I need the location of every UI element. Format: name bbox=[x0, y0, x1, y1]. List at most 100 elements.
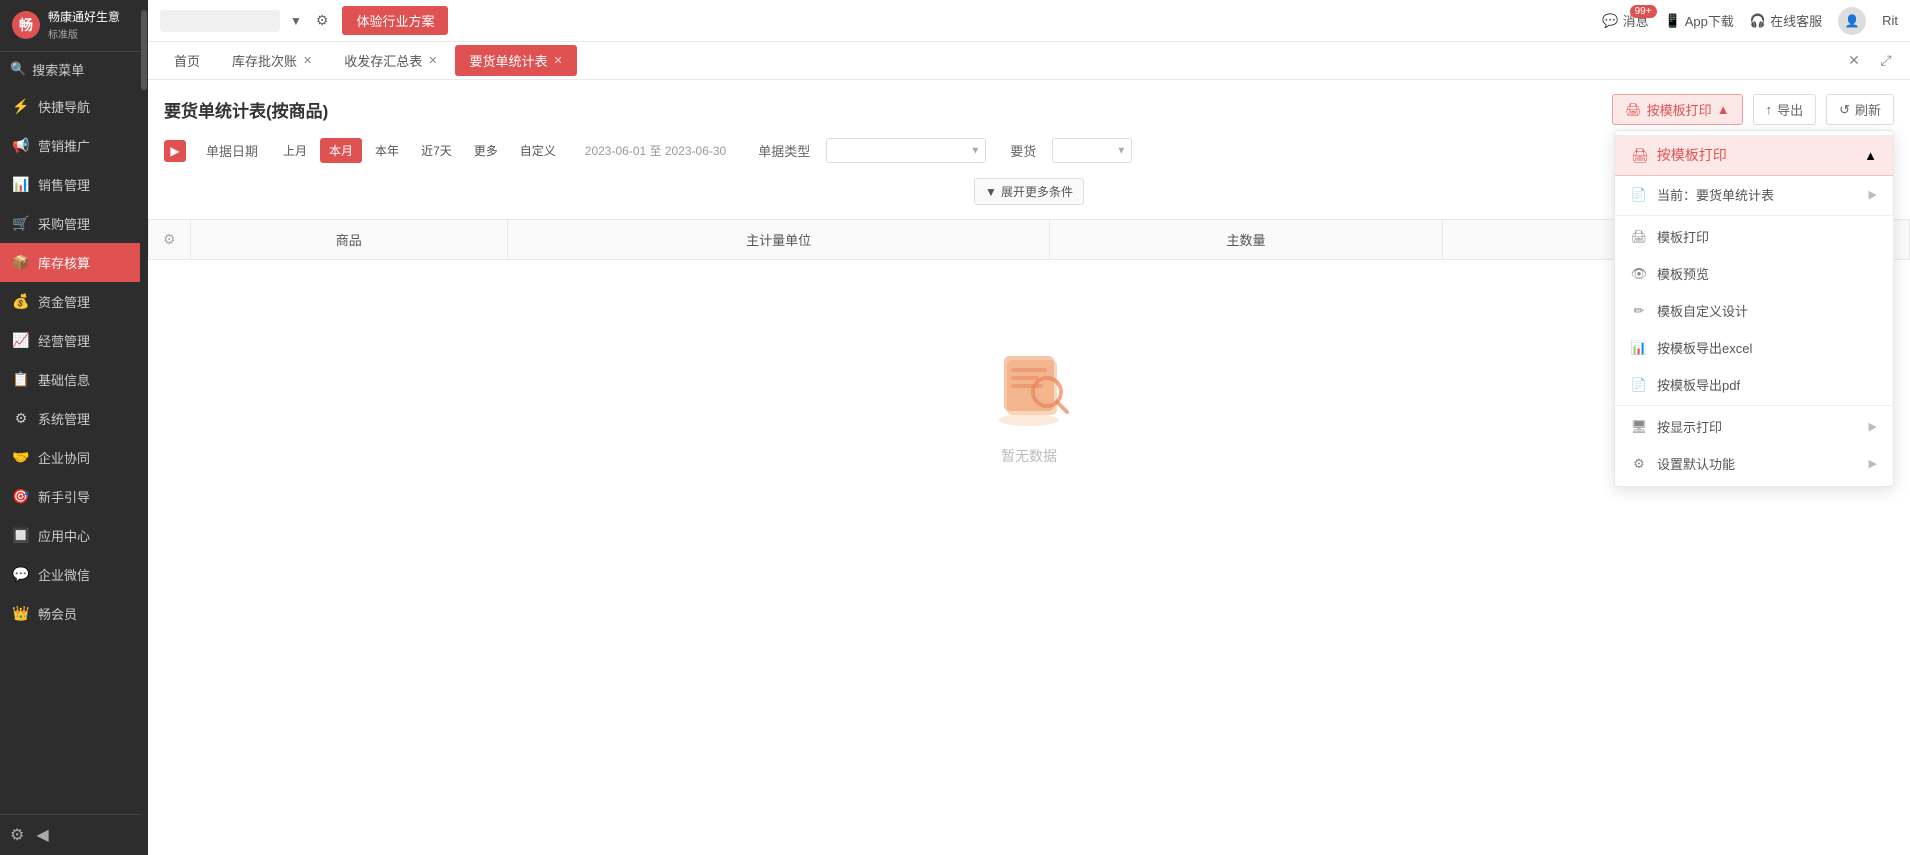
sidebar-item-app-center[interactable]: 🔲 应用中心 bbox=[0, 516, 140, 555]
template-print-icon: 🖨 bbox=[1631, 229, 1647, 245]
table-settings-icon[interactable]: ⚙ bbox=[163, 231, 176, 247]
dropdown-template-excel[interactable]: 📊 按模板导出excel bbox=[1615, 329, 1893, 366]
refresh-icon: ↺ bbox=[1839, 102, 1850, 118]
expand-more-btn[interactable]: ▼ 展开更多条件 bbox=[974, 178, 1084, 205]
set-default-label: 设置默认功能 bbox=[1657, 454, 1859, 473]
print-chevron-up: ▲ bbox=[1717, 102, 1730, 117]
quick-nav-icon: ⚡ bbox=[12, 97, 30, 115]
topbar-industry-btn[interactable]: 体验行业方案 bbox=[342, 6, 448, 35]
th-product: 商品 bbox=[190, 220, 507, 260]
topbar-service[interactable]: 🎧 在线客服 bbox=[1750, 11, 1822, 30]
date-btn-last-month[interactable]: 上月 bbox=[274, 138, 316, 163]
dropdown-template-preview[interactable]: 👁 模板预览 bbox=[1615, 255, 1893, 292]
sidebar-item-inventory[interactable]: 📦 库存核算 bbox=[0, 243, 140, 282]
tab-order-stats[interactable]: 要货单统计表 ✕ bbox=[455, 45, 576, 76]
topbar-app-download[interactable]: 📱 App下载 bbox=[1665, 11, 1734, 30]
topbar-dropdown[interactable]: ▼ bbox=[290, 14, 302, 28]
sidebar-item-quick-nav[interactable]: ⚡ 快捷导航 bbox=[0, 87, 140, 126]
sidebar-scrollbar bbox=[140, 0, 148, 855]
sidebar-item-wechat[interactable]: 💬 企业微信 bbox=[0, 555, 140, 594]
type-select[interactable] bbox=[826, 138, 986, 163]
logo-text: 畅康通好生意 标准版 bbox=[48, 10, 120, 41]
export-btn[interactable]: ↑ 导出 bbox=[1753, 94, 1817, 125]
msg-icon: 💬 bbox=[1602, 13, 1618, 29]
template-excel-icon: 📊 bbox=[1631, 340, 1647, 356]
tab-home-label: 首页 bbox=[174, 51, 200, 70]
topbar-avatar[interactable]: 👤 bbox=[1838, 7, 1866, 35]
tab-order-stats-close[interactable]: ✕ bbox=[554, 54, 563, 67]
template-design-icon: ✏ bbox=[1631, 303, 1647, 319]
date-btn-7days[interactable]: 近7天 bbox=[412, 138, 461, 163]
dropdown-set-default[interactable]: ⚙ 设置默认功能 ▶ bbox=[1615, 445, 1893, 482]
tab-collection-summary[interactable]: 收发存汇总表 ✕ bbox=[330, 45, 451, 76]
sidebar-item-marketing[interactable]: 📢 营销推广 bbox=[0, 126, 140, 165]
print-template-btn[interactable]: 🖨 按模板打印 ▲ bbox=[1612, 94, 1742, 125]
sidebar-item-label: 畅会员 bbox=[38, 604, 77, 623]
display-print-arrow-icon: ▶ bbox=[1869, 420, 1877, 433]
dropdown-display-print[interactable]: 🖥 按显示打印 ▶ bbox=[1615, 408, 1893, 445]
dropdown-chevron-up-icon[interactable]: ▲ bbox=[1864, 148, 1877, 163]
logo-icon: 畅 bbox=[12, 11, 40, 39]
tab-collection-summary-label: 收发存汇总表 bbox=[344, 51, 422, 70]
dropdown-current-item[interactable]: 📄 当前：要货单统计表 ▶ bbox=[1615, 176, 1893, 213]
sidebar-item-member[interactable]: 👑 畅会员 bbox=[0, 594, 140, 633]
topbar-msg[interactable]: 💬 消息 99+ bbox=[1602, 11, 1648, 30]
member-icon: 👑 bbox=[12, 604, 30, 622]
display-print-label: 按显示打印 bbox=[1657, 417, 1859, 436]
refresh-btn[interactable]: ↺ 刷新 bbox=[1826, 94, 1894, 125]
date-btn-this-month[interactable]: 本月 bbox=[320, 138, 362, 163]
dropdown-divider-2 bbox=[1615, 405, 1893, 406]
sidebar-item-label: 资金管理 bbox=[38, 292, 90, 311]
collapse-icon[interactable]: ◀ bbox=[36, 825, 48, 845]
tab-expand-btn[interactable]: ⤢ bbox=[1874, 49, 1898, 73]
page-title: 要货单统计表(按商品) bbox=[164, 97, 328, 122]
dropdown-template-print[interactable]: 🖨 模板打印 bbox=[1615, 218, 1893, 255]
inventory-icon: 📦 bbox=[12, 253, 30, 271]
operation-icon: 📈 bbox=[12, 331, 30, 349]
search-label: 搜索菜单 bbox=[32, 60, 84, 79]
sidebar-item-label: 企业协同 bbox=[38, 448, 90, 467]
sidebar-item-guide[interactable]: 🎯 新手引导 bbox=[0, 477, 140, 516]
template-excel-label: 按模板导出excel bbox=[1657, 338, 1877, 357]
sidebar-item-sales[interactable]: 📊 销售管理 bbox=[0, 165, 140, 204]
app-center-icon: 🔲 bbox=[12, 526, 30, 544]
sidebar-item-basic[interactable]: 📋 基础信息 bbox=[0, 360, 140, 399]
expand-toggle-icon: ▶ bbox=[170, 144, 179, 158]
service-icon: 🎧 bbox=[1750, 13, 1766, 29]
date-btn-custom[interactable]: 自定义 bbox=[511, 138, 565, 163]
tab-home[interactable]: 首页 bbox=[160, 45, 214, 76]
filter-expand-left: ▶ bbox=[164, 140, 186, 162]
topbar-gear-icon[interactable]: ⚙ bbox=[316, 12, 329, 29]
sidebar-item-operation[interactable]: 📈 经营管理 bbox=[0, 321, 140, 360]
sidebar-search[interactable]: 🔍 搜索菜单 bbox=[0, 52, 140, 87]
wechat-icon: 💬 bbox=[12, 565, 30, 583]
date-btn-more[interactable]: 更多 bbox=[465, 138, 507, 163]
avatar-placeholder: 👤 bbox=[1845, 14, 1860, 28]
dropdown-template-pdf[interactable]: 📄 按模板导出pdf bbox=[1615, 366, 1893, 403]
type-filter-label: 单据类型 bbox=[758, 141, 810, 160]
sidebar-item-label: 采购管理 bbox=[38, 214, 90, 233]
tab-inventory-batch[interactable]: 库存批次账 ✕ bbox=[218, 45, 326, 76]
empty-text: 暂无数据 bbox=[1001, 446, 1057, 466]
set-default-icon: ⚙ bbox=[1631, 456, 1647, 472]
sidebar-item-finance[interactable]: 💰 资金管理 bbox=[0, 282, 140, 321]
template-pdf-label: 按模板导出pdf bbox=[1657, 375, 1877, 394]
system-icon: ⚙ bbox=[12, 409, 30, 427]
expand-icon: ▼ bbox=[985, 185, 997, 199]
sidebar-item-collab[interactable]: 🤝 企业协同 bbox=[0, 438, 140, 477]
tab-close-all-btn[interactable]: ✕ bbox=[1842, 49, 1866, 73]
sidebar-item-label: 营销推广 bbox=[38, 136, 90, 155]
date-btn-this-year[interactable]: 本年 bbox=[366, 138, 408, 163]
th-unit: 主计量单位 bbox=[507, 220, 1049, 260]
tab-collection-summary-close[interactable]: ✕ bbox=[428, 54, 437, 67]
settings-icon[interactable]: ⚙ bbox=[10, 825, 24, 845]
topbar-username[interactable]: Rit bbox=[1882, 13, 1898, 28]
sidebar-item-purchase[interactable]: 🛒 采购管理 bbox=[0, 204, 140, 243]
tabs-actions: ✕ ⤢ bbox=[1842, 49, 1898, 73]
topbar-search-input[interactable] bbox=[160, 10, 280, 32]
sidebar-item-system[interactable]: ⚙ 系统管理 bbox=[0, 399, 140, 438]
expand-toggle-btn[interactable]: ▶ bbox=[164, 140, 186, 162]
tab-inventory-batch-close[interactable]: ✕ bbox=[303, 54, 312, 67]
order-select[interactable] bbox=[1052, 138, 1132, 163]
dropdown-template-design[interactable]: ✏ 模板自定义设计 bbox=[1615, 292, 1893, 329]
